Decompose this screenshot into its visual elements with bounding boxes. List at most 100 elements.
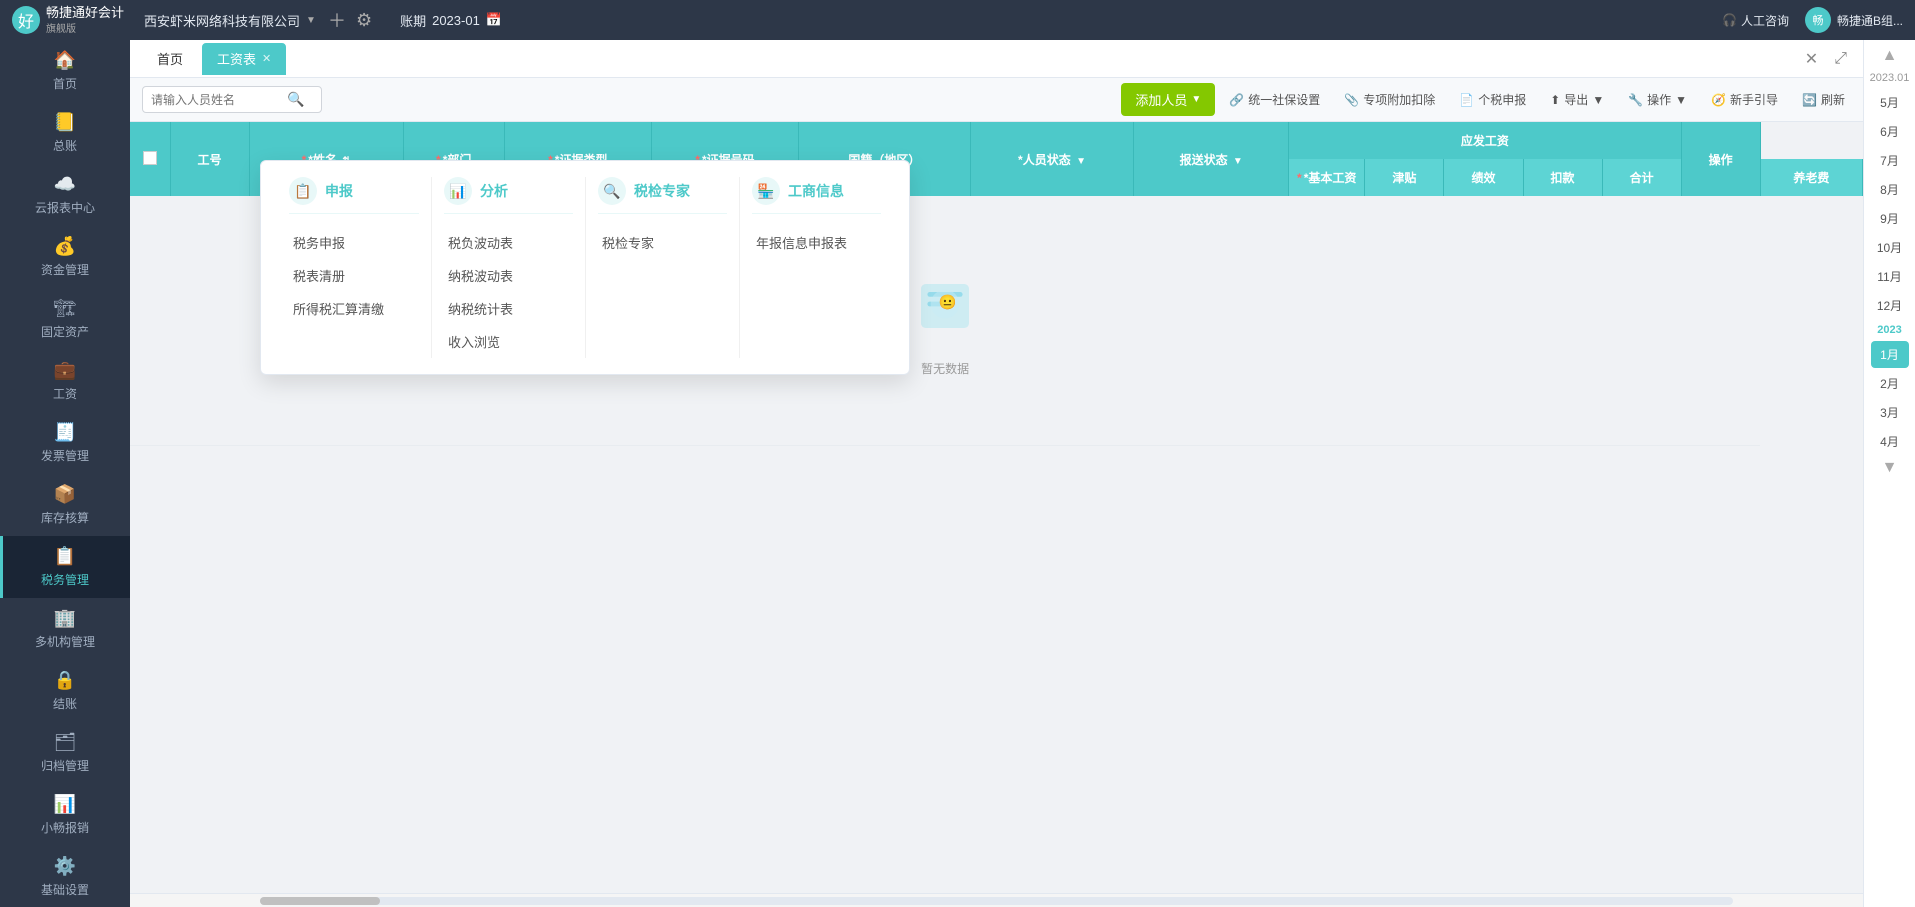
sidebar-item-close[interactable]: 🔒 结账	[0, 660, 130, 722]
guide-label: 新手引导	[1730, 91, 1778, 108]
special-deduction-btn[interactable]: 📎 专项附加扣除	[1338, 87, 1441, 112]
tab-controls: ✕ ⤢	[1801, 49, 1851, 69]
menu-tax-expert[interactable]: 税检专家	[598, 226, 727, 259]
th-status[interactable]: *人员状态 ▼	[970, 122, 1134, 196]
tab-home[interactable]: 首页	[142, 43, 198, 75]
panel-prev-btn[interactable]: ▲	[1874, 44, 1906, 68]
sidebar-item-archive[interactable]: 🗂 归档管理	[0, 722, 130, 784]
sidebar-item-multi[interactable]: 🏢 多机构管理	[0, 598, 130, 660]
sidebar-item-assets[interactable]: 🏗 固定资产	[0, 288, 130, 350]
empty-text: 暂无数据	[921, 360, 969, 377]
dropdown-section-declaration: 📋 申报 税务申报 税表清册 所得税汇算清缴	[277, 177, 431, 358]
panel-month-6[interactable]: 6月	[1871, 118, 1909, 145]
panel-month-10[interactable]: 10月	[1871, 234, 1909, 261]
operate-arrow-icon: ▼	[1675, 93, 1687, 107]
refresh-icon: 🔄	[1802, 93, 1817, 107]
period-value: 2023-01	[432, 13, 480, 28]
panel-next-btn[interactable]: ▼	[1874, 456, 1906, 480]
empty-illustration: 😐	[905, 264, 985, 344]
th-pension: 养老费	[1760, 159, 1862, 196]
sidebar-item-basic[interactable]: ⚙️ 基础设置	[0, 846, 130, 907]
panel-month-3[interactable]: 3月	[1871, 399, 1909, 426]
sidebar-item-tax[interactable]: 📋 税务管理	[0, 536, 130, 598]
th-report-status[interactable]: 报送状态 ▼	[1134, 122, 1289, 196]
menu-tax-burden[interactable]: 税负波动表	[444, 226, 573, 259]
menu-tax-sheet[interactable]: 税表清册	[289, 259, 419, 292]
search-input[interactable]	[151, 93, 281, 107]
guide-btn[interactable]: 🧭 新手引导	[1705, 87, 1784, 112]
expert-section-icon: 🔍	[598, 177, 626, 205]
period-display: 账期 2023-01 📅	[400, 11, 502, 30]
menu-tax-declare[interactable]: 税务申报	[289, 226, 419, 259]
th-payroll-group: 应发工资	[1289, 122, 1682, 159]
special-icon: 📎	[1344, 93, 1359, 107]
tab-salary-label: 工资表	[217, 49, 256, 68]
report-filter-icon[interactable]: ▼	[1233, 156, 1243, 167]
sidebar-item-cloud[interactable]: ☁️ 云报表中心	[0, 164, 130, 226]
th-check[interactable]	[130, 122, 170, 196]
sidebar-label-home: 首页	[53, 75, 77, 92]
special-label: 专项附加扣除	[1363, 91, 1435, 108]
close-window-icon[interactable]: ✕	[1801, 49, 1822, 69]
topbar-actions: ＋ ⚙	[328, 7, 372, 33]
dropdown-section-analysis: 📊 分析 税负波动表 纳税波动表 纳税统计表 收入浏览	[431, 177, 585, 358]
panel-month-8[interactable]: 8月	[1871, 176, 1909, 203]
sidebar-item-home[interactable]: 🏠 首页	[0, 40, 130, 102]
refresh-label: 刷新	[1821, 91, 1845, 108]
export-icon: ⬆	[1550, 93, 1560, 107]
panel-month-11[interactable]: 11月	[1871, 263, 1909, 290]
main-layout: 🏠 首页 📒 总账 ☁️ 云报表中心 💰 资金管理 🏗 固定资产 💼 工资 🧾 …	[0, 40, 1915, 907]
export-label: 导出	[1564, 91, 1588, 108]
assets-icon: 🏗	[54, 298, 77, 319]
sidebar-label-inventory: 库存核算	[41, 509, 89, 526]
menu-income-calc[interactable]: 所得税汇算清缴	[289, 292, 419, 325]
add-person-button[interactable]: 添加人员 ▼	[1121, 83, 1215, 116]
tax-report-btn[interactable]: 📄 个税申报	[1453, 87, 1532, 112]
tab-salary-table[interactable]: 工资表 ✕	[202, 43, 286, 75]
sidebar-item-invoice[interactable]: 🧾 发票管理	[0, 412, 130, 474]
panel-month-9[interactable]: 9月	[1871, 205, 1909, 232]
scroll-thumb[interactable]	[260, 897, 380, 905]
horizontal-scrollbar[interactable]	[130, 893, 1863, 907]
sidebar-label-multi: 多机构管理	[35, 633, 95, 650]
panel-month-1[interactable]: 1月	[1871, 341, 1909, 368]
user-menu[interactable]: 畅 畅捷通B组...	[1805, 7, 1903, 33]
sidebar-item-fund[interactable]: 💰 资金管理	[0, 226, 130, 288]
panel-month-2[interactable]: 2月	[1871, 370, 1909, 397]
ledger-icon: 📒	[54, 112, 76, 133]
sidebar-item-salary[interactable]: 💼 工资	[0, 350, 130, 412]
panel-month-5[interactable]: 5月	[1871, 89, 1909, 116]
sidebar-item-report[interactable]: 📊 小畅报销	[0, 784, 130, 846]
menu-tax-stat[interactable]: 纳税统计表	[444, 292, 573, 325]
menu-tax-wave[interactable]: 纳税波动表	[444, 259, 573, 292]
export-btn[interactable]: ⬆ 导出 ▼	[1544, 87, 1610, 112]
invoice-icon: 🧾	[54, 422, 76, 443]
company-selector[interactable]: 西安虾米网络科技有限公司 ▼	[144, 11, 316, 30]
operate-label: 操作	[1647, 91, 1671, 108]
sidebar-item-inventory[interactable]: 📦 库存核算	[0, 474, 130, 536]
social-insurance-btn[interactable]: 🔗 统一社保设置	[1223, 87, 1326, 112]
home-icon: 🏠	[54, 50, 76, 71]
toolbar-actions: 🔗 统一社保设置 📎 专项附加扣除 📄 个税申报 ⬆ 导出 ▼ 🔧	[1223, 87, 1851, 112]
menu-annual-report[interactable]: 年报信息申报表	[752, 226, 881, 259]
sidebar-label-report: 小畅报销	[41, 819, 89, 836]
menu-income-browse[interactable]: 收入浏览	[444, 325, 573, 358]
tab-close-icon[interactable]: ✕	[262, 52, 271, 65]
panel-month-7[interactable]: 7月	[1871, 147, 1909, 174]
restore-window-icon[interactable]: ⤢	[1830, 50, 1851, 68]
add-company-icon[interactable]: ＋	[328, 7, 346, 33]
settings-icon[interactable]: ⚙	[356, 10, 372, 31]
add-arrow-icon: ▼	[1191, 94, 1201, 105]
operate-btn[interactable]: 🔧 操作 ▼	[1622, 87, 1693, 112]
status-filter-icon[interactable]: ▼	[1076, 156, 1086, 167]
header-checkbox[interactable]	[143, 151, 157, 165]
sidebar-item-ledger[interactable]: 📒 总账	[0, 102, 130, 164]
panel-month-12[interactable]: 12月	[1871, 292, 1909, 319]
help-btn[interactable]: 🎧 人工咨询	[1722, 12, 1789, 29]
refresh-btn[interactable]: 🔄 刷新	[1796, 87, 1851, 112]
sidebar-label-salary: 工资	[53, 385, 77, 402]
business-title: 工商信息	[788, 181, 844, 201]
panel-month-4[interactable]: 4月	[1871, 428, 1909, 455]
calendar-icon[interactable]: 📅	[486, 12, 502, 28]
analysis-section-icon: 📊	[444, 177, 472, 205]
